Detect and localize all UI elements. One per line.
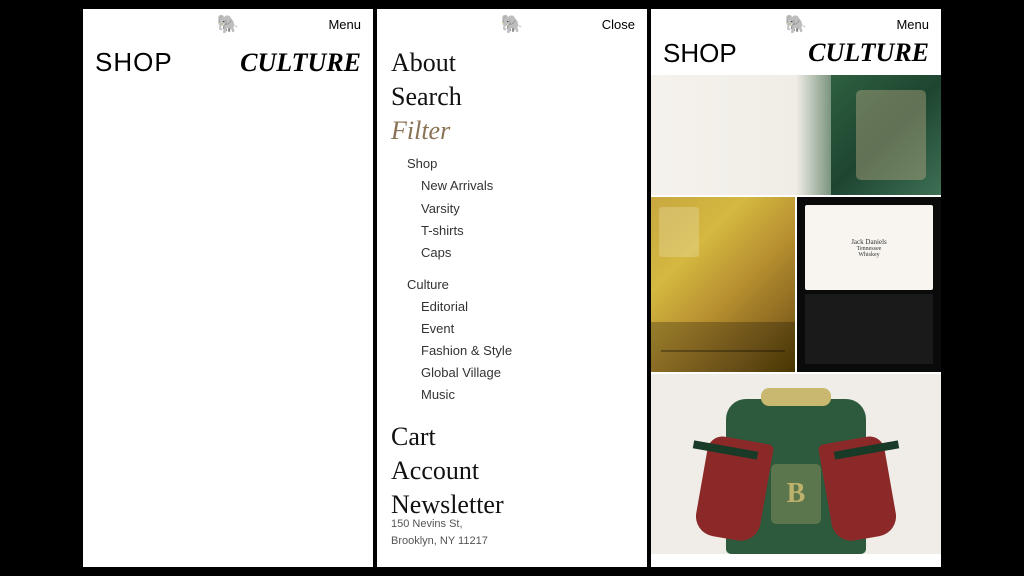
- left-panel: 🐘 Menu SHOP CULTURE MUSIC Leon Bridges S…: [83, 9, 373, 567]
- menu-search[interactable]: Search: [391, 80, 633, 114]
- menu-address: 150 Nevins St, Brooklyn, NY 11217: [391, 516, 488, 549]
- culture-section: Culture Editorial Event Fashion & Style …: [407, 274, 633, 407]
- middle-logo: 🐘: [501, 14, 523, 35]
- left-menu-button[interactable]: Menu: [328, 17, 361, 32]
- shop-section: Shop New Arrivals Varsity T-shirts Caps: [407, 153, 633, 263]
- menu-fashion-style[interactable]: Fashion & Style: [421, 340, 633, 362]
- product-grid: Jack Daniels Tennessee Whiskey: [651, 75, 941, 554]
- right-logo: 🐘: [785, 14, 807, 35]
- left-nav-culture[interactable]: CULTURE: [240, 48, 361, 78]
- menu-cart[interactable]: Cart: [391, 420, 633, 454]
- menu-content: About Search Filter Shop New Arrivals Va…: [377, 36, 647, 522]
- product-row-mid: Jack Daniels Tennessee Whiskey: [651, 197, 941, 372]
- menu-event[interactable]: Event: [421, 318, 633, 340]
- middle-header: 🐘 Close: [377, 9, 647, 36]
- right-nav: SHOP CULTURE: [651, 36, 941, 75]
- close-button[interactable]: Close: [602, 17, 635, 32]
- right-header: 🐘 Menu: [651, 9, 941, 36]
- menu-culture-label[interactable]: Culture: [407, 274, 633, 296]
- panels-container: 🐘 Menu SHOP CULTURE MUSIC Leon Bridges S…: [0, 0, 1024, 576]
- product-image-bottom[interactable]: B: [651, 374, 941, 554]
- left-logo: 🐘: [217, 14, 239, 35]
- middle-panel: 🐘 Close About Search Filter Shop New Arr…: [377, 9, 647, 567]
- product-image-mid-right[interactable]: Jack Daniels Tennessee Whiskey: [797, 197, 941, 372]
- menu-tshirts[interactable]: T-shirts: [421, 220, 633, 242]
- right-nav-culture[interactable]: CULTURE: [808, 38, 929, 69]
- menu-bottom: Cart Account Newsletter: [391, 420, 633, 521]
- menu-account[interactable]: Account: [391, 454, 633, 488]
- right-menu-button[interactable]: Menu: [896, 17, 929, 32]
- right-nav-shop[interactable]: SHOP: [663, 38, 737, 69]
- left-header: 🐘 Menu: [83, 9, 373, 36]
- left-nav-shop[interactable]: SHOP: [95, 47, 173, 78]
- menu-new-arrivals[interactable]: New Arrivals: [421, 175, 633, 197]
- menu-filter[interactable]: Filter: [391, 114, 633, 148]
- right-panel: 🐘 Menu SHOP CULTURE: [651, 9, 941, 567]
- menu-varsity[interactable]: Varsity: [421, 198, 633, 220]
- menu-global-village[interactable]: Global Village: [421, 362, 633, 384]
- address-line1: 150 Nevins St,: [391, 516, 488, 533]
- menu-editorial[interactable]: Editorial: [421, 296, 633, 318]
- product-image-mid-left[interactable]: [651, 197, 795, 372]
- menu-caps[interactable]: Caps: [421, 242, 633, 264]
- menu-shop-label[interactable]: Shop: [407, 153, 633, 175]
- menu-music[interactable]: Music: [421, 384, 633, 406]
- address-line2: Brooklyn, NY 11217: [391, 533, 488, 550]
- product-image-top[interactable]: [651, 75, 941, 195]
- menu-about[interactable]: About: [391, 46, 633, 80]
